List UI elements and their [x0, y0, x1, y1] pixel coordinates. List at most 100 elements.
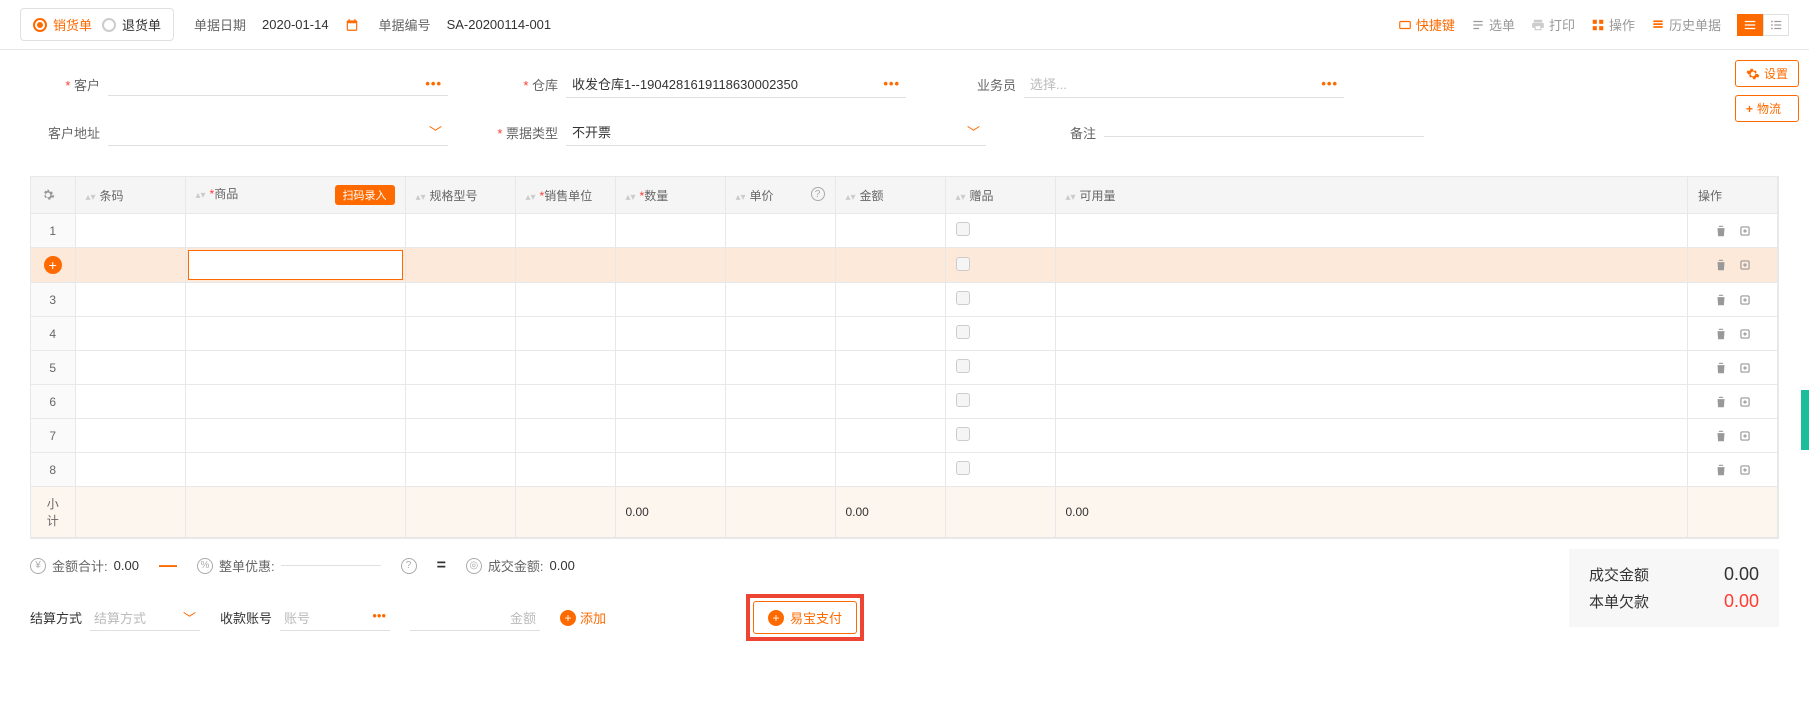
- cell-unit[interactable]: [515, 214, 615, 248]
- operations-button[interactable]: 操作: [1591, 15, 1635, 34]
- delete-row-icon[interactable]: [1714, 292, 1728, 307]
- view-detailed-button[interactable]: [1763, 14, 1789, 36]
- col-price[interactable]: ▴▾单价?: [725, 177, 835, 214]
- gift-checkbox[interactable]: [956, 291, 970, 305]
- cell-qty[interactable]: [615, 317, 725, 351]
- gift-checkbox[interactable]: [956, 393, 970, 407]
- col-available[interactable]: ▴▾可用量: [1055, 177, 1688, 214]
- col-barcode[interactable]: ▴▾条码: [75, 177, 185, 214]
- cell-product[interactable]: [185, 351, 405, 385]
- cell-gift[interactable]: [945, 351, 1055, 385]
- cell-barcode[interactable]: [75, 248, 185, 283]
- table-row[interactable]: 3: [31, 283, 1778, 317]
- tab-return-order[interactable]: 退货单: [102, 15, 161, 34]
- cell-qty[interactable]: [615, 283, 725, 317]
- scan-entry-badge[interactable]: 扫码录入: [335, 185, 395, 205]
- invoice-input[interactable]: 不开票﹀: [566, 118, 986, 146]
- settings-button[interactable]: 设置: [1735, 60, 1799, 87]
- view-compact-button[interactable]: [1737, 14, 1763, 36]
- cell-price[interactable]: [725, 419, 835, 453]
- cell-spec[interactable]: [405, 283, 515, 317]
- table-row[interactable]: 4: [31, 317, 1778, 351]
- lookup-icon[interactable]: •••: [372, 608, 386, 627]
- cell-price[interactable]: [725, 453, 835, 487]
- delete-row-icon[interactable]: [1714, 223, 1728, 238]
- cell-amount[interactable]: [835, 283, 945, 317]
- cell-gift[interactable]: [945, 283, 1055, 317]
- salesman-input[interactable]: 选择...•••: [1024, 70, 1344, 98]
- print-button[interactable]: 打印: [1531, 15, 1575, 34]
- cell-amount[interactable]: [835, 351, 945, 385]
- delete-row-icon[interactable]: [1714, 258, 1728, 273]
- lookup-icon[interactable]: •••: [1321, 76, 1338, 91]
- cell-qty[interactable]: [615, 453, 725, 487]
- cell-unit[interactable]: [515, 248, 615, 283]
- help-icon[interactable]: ?: [401, 558, 417, 574]
- col-unit[interactable]: ▴▾*销售单位: [515, 177, 615, 214]
- customer-input[interactable]: •••: [108, 72, 448, 96]
- cell-unit[interactable]: [515, 317, 615, 351]
- side-tab[interactable]: [1801, 390, 1809, 450]
- logistics-button[interactable]: + 物流: [1735, 95, 1799, 122]
- history-button[interactable]: 历史单据: [1651, 15, 1721, 34]
- cell-price[interactable]: [725, 317, 835, 351]
- add-row-icon[interactable]: +: [44, 256, 62, 274]
- payment-method-select[interactable]: 结算方式﹀: [90, 605, 200, 631]
- cell-amount[interactable]: [835, 385, 945, 419]
- warehouse-input[interactable]: 收发仓库1--1904281619118630002350•••: [566, 70, 906, 98]
- table-row[interactable]: 6: [31, 385, 1778, 419]
- cell-qty[interactable]: [615, 385, 725, 419]
- duplicate-row-icon[interactable]: [1738, 428, 1752, 443]
- cell-price[interactable]: [725, 214, 835, 248]
- delete-row-icon[interactable]: [1714, 326, 1728, 341]
- pick-order-button[interactable]: 选单: [1471, 15, 1515, 34]
- cell-amount[interactable]: [835, 317, 945, 351]
- duplicate-row-icon[interactable]: [1738, 223, 1752, 238]
- cell-product[interactable]: [185, 214, 405, 248]
- cell-product[interactable]: [185, 385, 405, 419]
- cell-qty[interactable]: [615, 351, 725, 385]
- shortcut-button[interactable]: 快捷键: [1398, 15, 1455, 34]
- cell-price[interactable]: [725, 385, 835, 419]
- cell-unit[interactable]: [515, 351, 615, 385]
- date-value[interactable]: 2020-01-14: [254, 13, 337, 36]
- cell-price[interactable]: [725, 283, 835, 317]
- cell-product[interactable]: [185, 419, 405, 453]
- payment-amount-input[interactable]: 金额: [410, 605, 540, 631]
- discount-input[interactable]: [281, 565, 381, 566]
- help-icon[interactable]: ?: [811, 187, 825, 201]
- col-gift[interactable]: ▴▾赠品: [945, 177, 1055, 214]
- cell-qty[interactable]: [615, 248, 725, 283]
- cell-barcode[interactable]: [75, 419, 185, 453]
- col-qty[interactable]: ▴▾*数量: [615, 177, 725, 214]
- cell-barcode[interactable]: [75, 453, 185, 487]
- table-row[interactable]: 1: [31, 214, 1778, 248]
- cell-unit[interactable]: [515, 283, 615, 317]
- cell-unit[interactable]: [515, 453, 615, 487]
- cell-spec[interactable]: [405, 419, 515, 453]
- gift-checkbox[interactable]: [956, 359, 970, 373]
- cell-barcode[interactable]: [75, 317, 185, 351]
- cell-barcode[interactable]: [75, 385, 185, 419]
- duplicate-row-icon[interactable]: [1738, 394, 1752, 409]
- cell-spec[interactable]: [405, 248, 515, 283]
- cell-spec[interactable]: [405, 214, 515, 248]
- delete-row-icon[interactable]: [1714, 462, 1728, 477]
- cell-amount[interactable]: [835, 214, 945, 248]
- cell-gift[interactable]: [945, 419, 1055, 453]
- gift-checkbox[interactable]: [956, 222, 970, 236]
- duplicate-row-icon[interactable]: [1738, 326, 1752, 341]
- cell-gift[interactable]: [945, 317, 1055, 351]
- cell-spec[interactable]: [405, 385, 515, 419]
- tab-sales-order[interactable]: 销货单: [33, 15, 92, 34]
- calendar-icon[interactable]: [345, 17, 359, 33]
- lookup-icon[interactable]: •••: [425, 76, 442, 91]
- col-product[interactable]: ▴▾*商品扫码录入: [185, 177, 405, 214]
- cell-amount[interactable]: [835, 419, 945, 453]
- cell-gift[interactable]: [945, 453, 1055, 487]
- duplicate-row-icon[interactable]: [1738, 360, 1752, 375]
- cell-product[interactable]: [185, 317, 405, 351]
- add-payment-button[interactable]: + 添加: [560, 608, 606, 627]
- duplicate-row-icon[interactable]: [1738, 462, 1752, 477]
- cell-price[interactable]: [725, 351, 835, 385]
